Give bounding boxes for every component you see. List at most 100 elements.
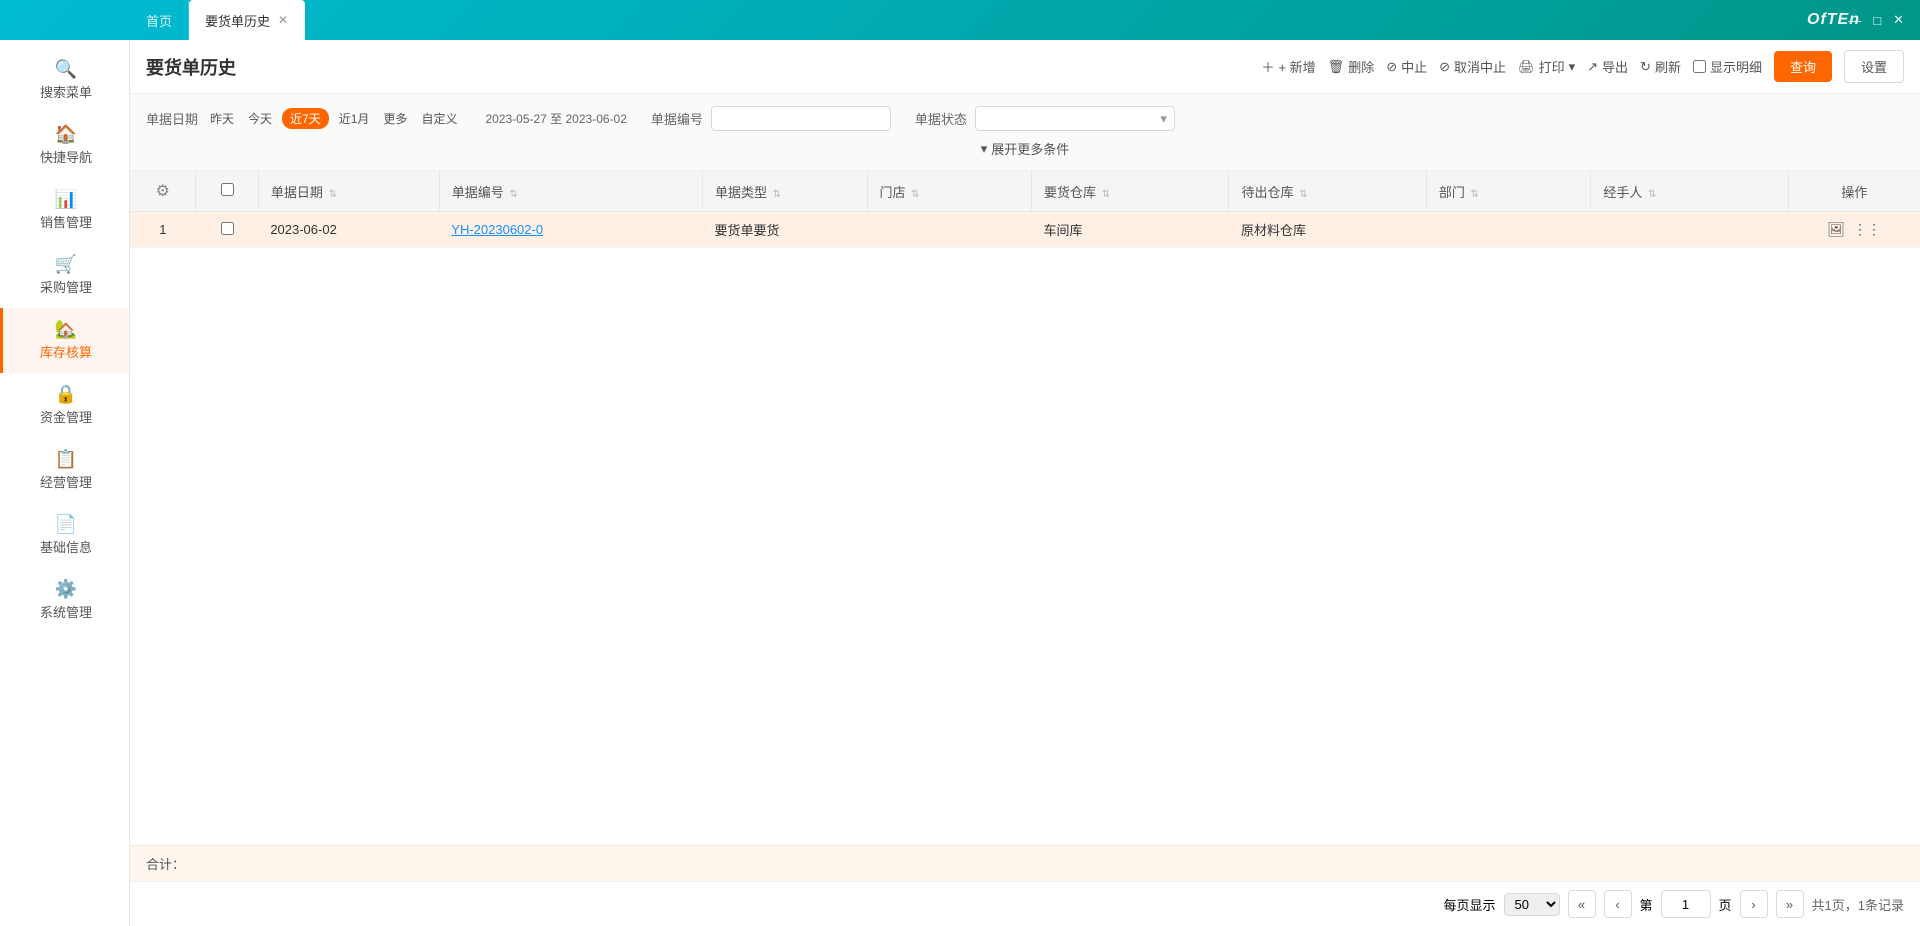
row-dept	[1426, 212, 1591, 248]
doc-no-label: 单据编号	[651, 109, 703, 128]
col-no-sort-icon[interactable]: ⇅	[509, 189, 517, 200]
row-checkbox[interactable]	[221, 222, 234, 235]
shortcut-1month[interactable]: 近1月	[335, 108, 374, 129]
tab-home[interactable]: 首页	[130, 0, 189, 40]
shortcut-custom[interactable]: 自定义	[417, 108, 461, 129]
col-handler-label: 经手人	[1603, 185, 1642, 200]
col-req-wh-label: 要货仓库	[1044, 185, 1096, 200]
col-header-dept: 部门 ⇅	[1426, 171, 1591, 212]
expand-more-button[interactable]: ▾ 展开更多条件	[146, 139, 1904, 158]
col-header-handler: 经手人 ⇅	[1591, 171, 1788, 212]
col-req-wh-sort-icon[interactable]: ⇅	[1102, 189, 1110, 200]
page-header: 要货单历史 ＋ + 新增 🗑 删除 ⊘ 中止 ⊘ 取消中止	[130, 40, 1920, 94]
sidebar-item-sales-mgmt[interactable]: 📊 销售管理	[0, 178, 129, 243]
search-menu-icon: 🔍	[55, 60, 77, 78]
table-settings-icon[interactable]: ⚙	[155, 183, 169, 200]
window-close[interactable]: ✕	[1893, 12, 1904, 28]
page-prev-button[interactable]: ‹	[1604, 890, 1632, 918]
row-action-icons: 🖼 ⋮⋮	[1800, 221, 1908, 238]
row-more-icon[interactable]: ⋮⋮	[1853, 221, 1881, 238]
col-header-action: 操作	[1788, 171, 1920, 212]
doc-no-input[interactable]	[711, 106, 891, 131]
tab-requisition-history-label: 要货单历史	[205, 11, 270, 30]
main-table: ⚙ 单据日期 ⇅ 单据编号 ⇅	[130, 171, 1920, 248]
col-header-store: 门店 ⇅	[867, 171, 1032, 212]
col-type-sort-icon[interactable]: ⇅	[773, 189, 781, 200]
stop-label: 中止	[1401, 57, 1427, 76]
table-row[interactable]: 1 2023-06-02 YH-20230602-0 要货单要货 车间库 原材料…	[130, 212, 1920, 248]
col-store-sort-icon[interactable]: ⇅	[911, 189, 919, 200]
page-number-input[interactable]	[1661, 890, 1711, 918]
col-header-checkbox	[196, 171, 259, 212]
delete-icon: 🗑	[1328, 59, 1345, 75]
delete-button[interactable]: 🗑 删除	[1328, 57, 1375, 76]
select-all-checkbox[interactable]	[221, 183, 234, 196]
col-handler-sort-icon[interactable]: ⇅	[1648, 189, 1656, 200]
show-detail-input[interactable]	[1693, 60, 1706, 73]
shortcut-more[interactable]: 更多	[379, 108, 411, 129]
window-maximize[interactable]: □	[1873, 13, 1881, 28]
quick-nav-icon: 🏠	[55, 125, 77, 143]
stop-icon: ⊘	[1386, 59, 1397, 75]
window-minimize[interactable]: —	[1848, 13, 1861, 28]
expand-down-icon: ▾	[981, 141, 988, 157]
sidebar-item-operations-mgmt-label: 经营管理	[40, 472, 92, 491]
stop-button[interactable]: ⊘ 中止	[1386, 57, 1427, 76]
sidebar-item-quick-nav-label: 快捷导航	[40, 147, 92, 166]
row-view-icon[interactable]: 🖼	[1827, 221, 1845, 238]
col-no-label: 单据编号	[452, 185, 504, 200]
doc-no-filter: 单据编号	[651, 106, 891, 131]
sidebar-item-operations-mgmt[interactable]: 📋 经营管理	[0, 438, 129, 503]
purchase-mgmt-icon: 🛒	[55, 255, 77, 273]
show-detail-checkbox[interactable]: 显示明细	[1693, 57, 1762, 76]
sidebar-item-inventory-calc[interactable]: 🏡 库存核算	[0, 308, 129, 373]
sidebar-item-finance-mgmt[interactable]: 🔒 资金管理	[0, 373, 129, 438]
doc-status-filter: 单据状态	[915, 106, 1175, 131]
shortcut-yesterday[interactable]: 昨天	[206, 108, 238, 129]
new-icon: ＋	[1261, 57, 1274, 76]
print-label: 打印	[1539, 57, 1565, 76]
page-last-button[interactable]: »	[1776, 890, 1804, 918]
col-dept-sort-icon[interactable]: ⇅	[1471, 189, 1479, 200]
page-next-button[interactable]: ›	[1740, 890, 1768, 918]
sidebar-item-base-info[interactable]: 📄 基础信息	[0, 503, 129, 568]
row-req-wh: 车间库	[1032, 212, 1229, 248]
sidebar-item-inventory-calc-label: 库存核算	[40, 342, 92, 361]
row-no-link[interactable]: YH-20230602-0	[451, 222, 543, 237]
page-jump-label: 第	[1640, 895, 1653, 914]
row-out-wh: 原材料仓库	[1229, 212, 1426, 248]
tab-requisition-history[interactable]: 要货单历史 ✕	[189, 0, 305, 40]
sidebar-item-base-info-label: 基础信息	[40, 537, 92, 556]
new-button[interactable]: ＋ + 新增	[1261, 57, 1315, 76]
row-index: 1	[130, 212, 196, 248]
tab-home-label: 首页	[146, 11, 172, 30]
page-label: 页	[1719, 895, 1732, 914]
sales-mgmt-icon: 📊	[55, 190, 77, 208]
content-area: 要货单历史 ＋ + 新增 🗑 删除 ⊘ 中止 ⊘ 取消中止	[130, 40, 1920, 926]
doc-status-select[interactable]	[975, 106, 1175, 131]
settings-button[interactable]: 设置	[1844, 50, 1904, 83]
date-range-display: 2023-05-27 至 2023-06-02	[485, 110, 626, 127]
sidebar-item-quick-nav[interactable]: 🏠 快捷导航	[0, 113, 129, 178]
print-dropdown-icon: ▾	[1569, 59, 1576, 75]
show-detail-label: 显示明细	[1710, 57, 1762, 76]
cancel-stop-icon: ⊘	[1439, 59, 1450, 75]
col-out-wh-sort-icon[interactable]: ⇅	[1299, 189, 1307, 200]
tab-close-icon[interactable]: ✕	[278, 13, 288, 27]
sidebar-item-search-menu[interactable]: 🔍 搜索菜单	[0, 48, 129, 113]
sidebar-item-purchase-mgmt[interactable]: 🛒 采购管理	[0, 243, 129, 308]
export-button[interactable]: ↗ 导出	[1587, 57, 1628, 76]
col-date-sort-icon[interactable]: ⇅	[328, 189, 336, 200]
shortcut-today[interactable]: 今天	[244, 108, 276, 129]
print-button[interactable]: 🖨 打印 ▾	[1518, 57, 1575, 76]
query-button[interactable]: 查询	[1774, 51, 1832, 82]
refresh-button[interactable]: ↻ 刷新	[1640, 57, 1681, 76]
refresh-label: 刷新	[1655, 57, 1681, 76]
export-label: 导出	[1602, 57, 1628, 76]
sidebar-item-system-mgmt[interactable]: ⚙️ 系统管理	[0, 568, 129, 633]
page-first-button[interactable]: «	[1568, 890, 1596, 918]
shortcut-7days[interactable]: 近7天	[282, 108, 329, 129]
inventory-calc-icon: 🏡	[55, 320, 77, 338]
page-size-select[interactable]: 50 10 20 100	[1504, 893, 1560, 916]
cancel-stop-button[interactable]: ⊘ 取消中止	[1439, 57, 1506, 76]
